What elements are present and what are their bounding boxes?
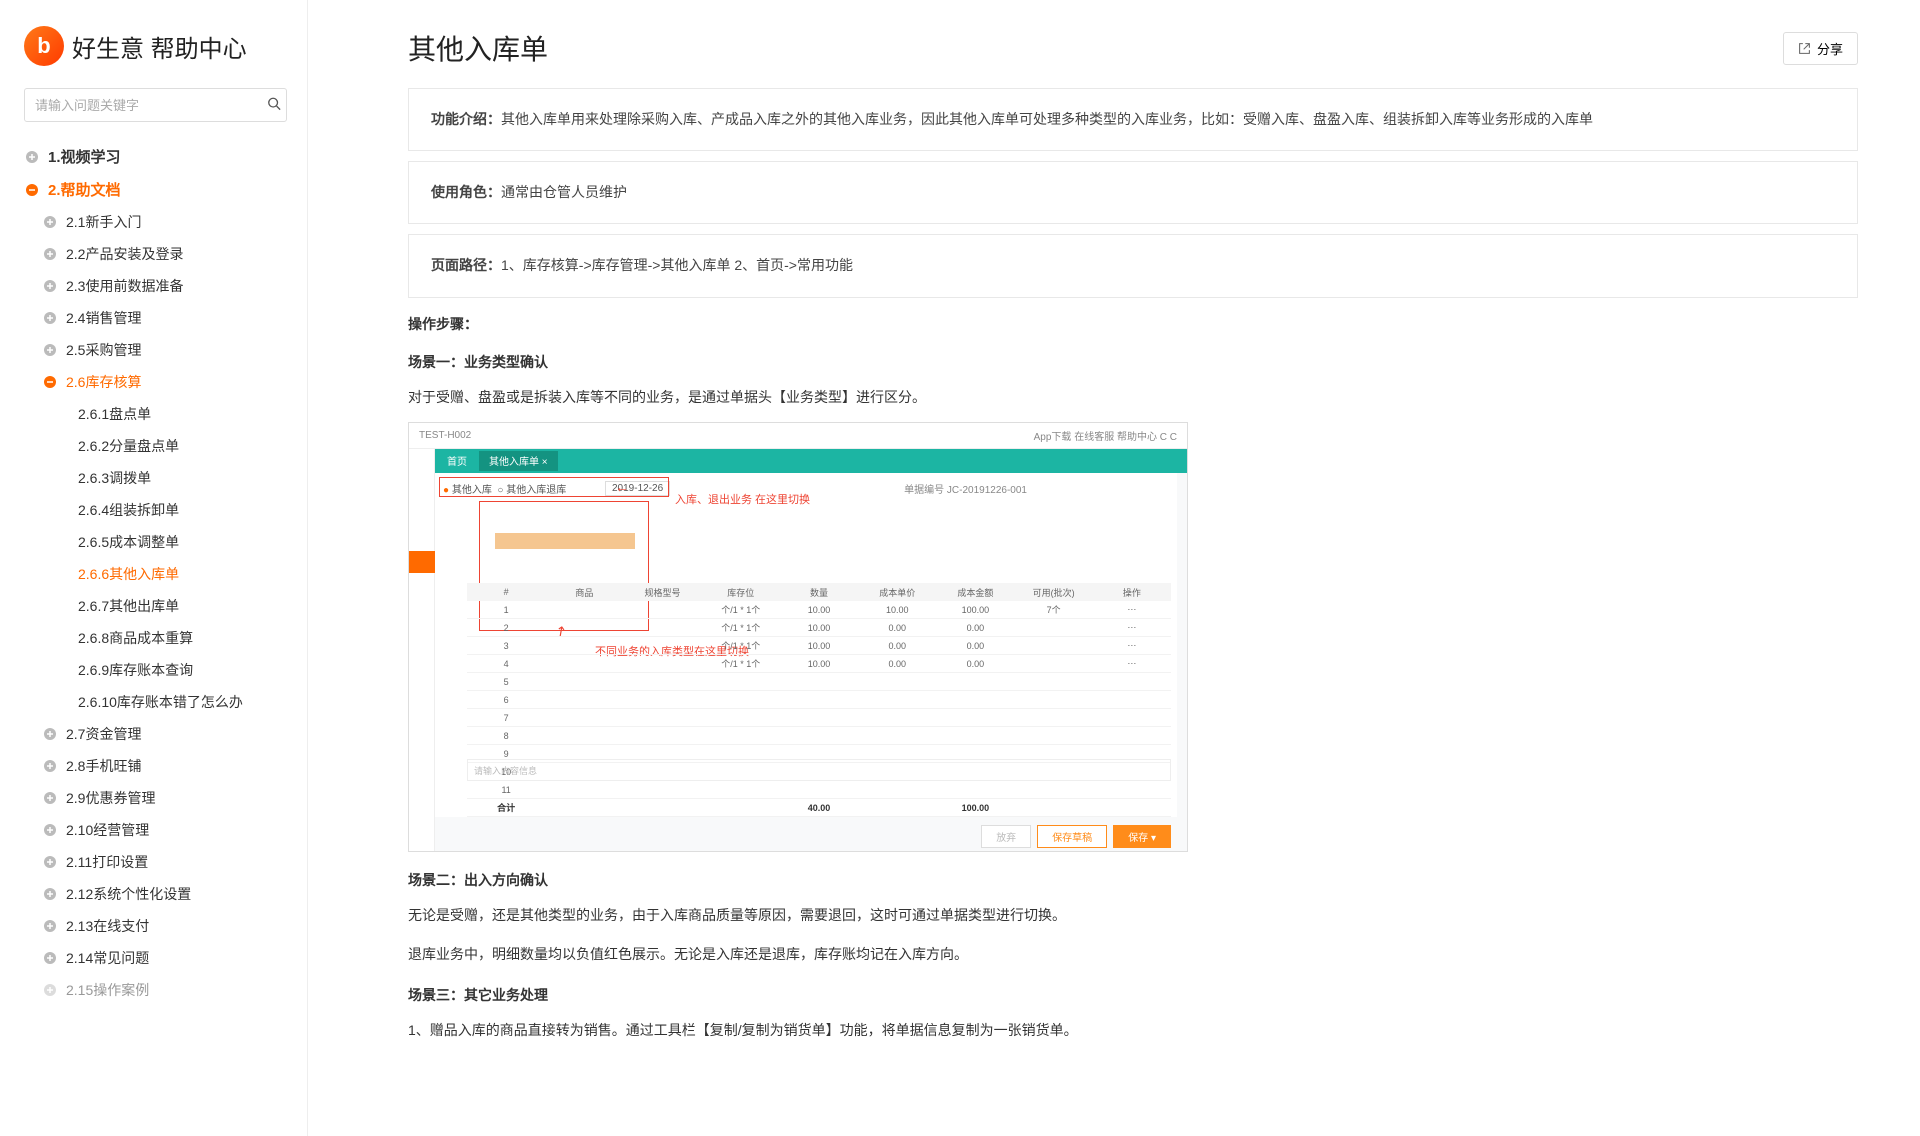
shot-header-right: App下载 在线客服 帮助中心 C C: [1034, 428, 1177, 443]
nav-item-video[interactable]: 1.视频学习: [24, 140, 287, 173]
nav-item-2-2[interactable]: 2.2产品安装及登录: [24, 238, 287, 270]
plus-icon: [42, 950, 58, 966]
nav-item-2-6-2[interactable]: 2.6.2分量盘点单: [24, 430, 287, 462]
scenario3-text: 1、赠品入库的商品直接转为销售。通过工具栏【复制/复制为销货单】功能，将单据信息…: [408, 1017, 1858, 1044]
shot-header-left: TEST-H002: [419, 430, 471, 441]
shot-tab-home: 首页: [437, 451, 477, 471]
path-text: 1、库存核算->库存管理->其他入库单 2、首页->常用功能: [501, 257, 853, 273]
nav-item-2-6[interactable]: 2.6库存核算: [24, 366, 287, 398]
scenario2-text2: 退库业务中，明细数量均以负值红色展示。无论是入库还是退库，库存账均记在入库方向。: [408, 941, 1858, 968]
plus-icon: [42, 214, 58, 230]
search-icon: [267, 97, 281, 111]
nav-item-2-6-4[interactable]: 2.6.4组装拆卸单: [24, 494, 287, 526]
search-button[interactable]: [267, 97, 281, 114]
shot-tab-doc: 其他入库单 ×: [479, 451, 558, 471]
sidebar: b 好生意 帮助中心 1.视频学习 2.帮助文档 2.1新手入门 2.2产品安装…: [0, 0, 308, 1136]
minus-icon: [42, 374, 58, 390]
nav-item-2-6-8[interactable]: 2.6.8商品成本重算: [24, 622, 287, 654]
shot-btn-cancel: 放弃: [981, 825, 1031, 848]
path-label: 页面路径：: [431, 257, 501, 273]
logo-text: 好生意 帮助中心: [72, 29, 247, 64]
nav-item-2-6-10[interactable]: 2.6.10库存账本错了怎么办: [24, 686, 287, 718]
plus-icon: [24, 149, 40, 165]
plus-icon: [42, 918, 58, 934]
scenario2-title: 场景二：出入方向确认: [408, 870, 1858, 890]
plus-icon: [42, 822, 58, 838]
shot-btn-draft: 保存草稿: [1037, 825, 1107, 848]
nav-item-2-6-3[interactable]: 2.6.3调拨单: [24, 462, 287, 494]
plus-icon: [42, 758, 58, 774]
intro-text: 其他入库单用来处理除采购入库、产成品入库之外的其他入库业务，因此其他入库单可处理…: [501, 111, 1593, 127]
scenario3-title: 场景三：其它业务处理: [408, 985, 1858, 1005]
search-input[interactable]: [24, 88, 287, 122]
nav-item-2-15[interactable]: 2.15操作案例: [24, 974, 287, 1006]
shot-btn-save: 保存 ▾: [1113, 825, 1171, 848]
info-role: 使用角色：通常由仓管人员维护: [408, 161, 1858, 224]
steps-heading: 操作步骤：: [408, 314, 1858, 334]
nav-item-2-6-1[interactable]: 2.6.1盘点单: [24, 398, 287, 430]
main-content: 其他入库单 分享 功能介绍：其他入库单用来处理除采购入库、产成品入库之外的其他入…: [308, 0, 1898, 1136]
page-title: 其他入库单: [408, 28, 548, 68]
plus-icon: [42, 726, 58, 742]
nav-item-2-4[interactable]: 2.4销售管理: [24, 302, 287, 334]
plus-icon: [42, 854, 58, 870]
share-icon: [1798, 42, 1811, 55]
plus-icon: [42, 342, 58, 358]
info-intro: 功能介绍：其他入库单用来处理除采购入库、产成品入库之外的其他入库业务，因此其他入…: [408, 88, 1858, 151]
scenario1-title: 场景一：业务类型确认: [408, 352, 1858, 372]
share-button[interactable]: 分享: [1783, 32, 1858, 65]
logo-badge: b: [24, 26, 64, 66]
info-path: 页面路径：1、库存核算->库存管理->其他入库单 2、首页->常用功能: [408, 234, 1858, 297]
logo: b 好生意 帮助中心: [24, 26, 287, 66]
intro-label: 功能介绍：: [431, 111, 501, 127]
nav-item-2-1[interactable]: 2.1新手入门: [24, 206, 287, 238]
nav-item-2-3[interactable]: 2.3使用前数据准备: [24, 270, 287, 302]
embedded-screenshot: TEST-H002 App下载 在线客服 帮助中心 C C 首页 其他入库单 ×…: [408, 422, 1188, 852]
minus-icon: [24, 182, 40, 198]
role-label: 使用角色：: [431, 184, 501, 200]
nav-tree: 1.视频学习 2.帮助文档 2.1新手入门 2.2产品安装及登录 2.3使用前数…: [24, 140, 287, 1006]
nav-item-2-9[interactable]: 2.9优惠券管理: [24, 782, 287, 814]
plus-icon: [42, 982, 58, 998]
nav-item-2-13[interactable]: 2.13在线支付: [24, 910, 287, 942]
plus-icon: [42, 886, 58, 902]
scenario1-text: 对于受赠、盘盈或是拆装入库等不同的业务，是通过单据头【业务类型】进行区分。: [408, 384, 1858, 411]
scenario2-text1: 无论是受赠，还是其他类型的业务，由于入库商品质量等原因，需要退回，这时可通过单据…: [408, 902, 1858, 929]
nav-item-2-6-6[interactable]: 2.6.6其他入库单: [24, 558, 287, 590]
nav-item-2-5[interactable]: 2.5采购管理: [24, 334, 287, 366]
nav-item-2-11[interactable]: 2.11打印设置: [24, 846, 287, 878]
search-box: [24, 88, 287, 122]
role-text: 通常由仓管人员维护: [501, 184, 627, 200]
plus-icon: [42, 310, 58, 326]
plus-icon: [42, 790, 58, 806]
nav-item-2-14[interactable]: 2.14常见问题: [24, 942, 287, 974]
nav-item-2-6-7[interactable]: 2.6.7其他出库单: [24, 590, 287, 622]
nav-item-2-8[interactable]: 2.8手机旺铺: [24, 750, 287, 782]
nav-item-2-10[interactable]: 2.10经营管理: [24, 814, 287, 846]
plus-icon: [42, 278, 58, 294]
nav-item-2-7[interactable]: 2.7资金管理: [24, 718, 287, 750]
nav-item-docs[interactable]: 2.帮助文档: [24, 173, 287, 206]
plus-icon: [42, 246, 58, 262]
nav-item-2-6-5[interactable]: 2.6.5成本调整单: [24, 526, 287, 558]
nav-item-2-12[interactable]: 2.12系统个性化设置: [24, 878, 287, 910]
nav-item-2-6-9[interactable]: 2.6.9库存账本查询: [24, 654, 287, 686]
